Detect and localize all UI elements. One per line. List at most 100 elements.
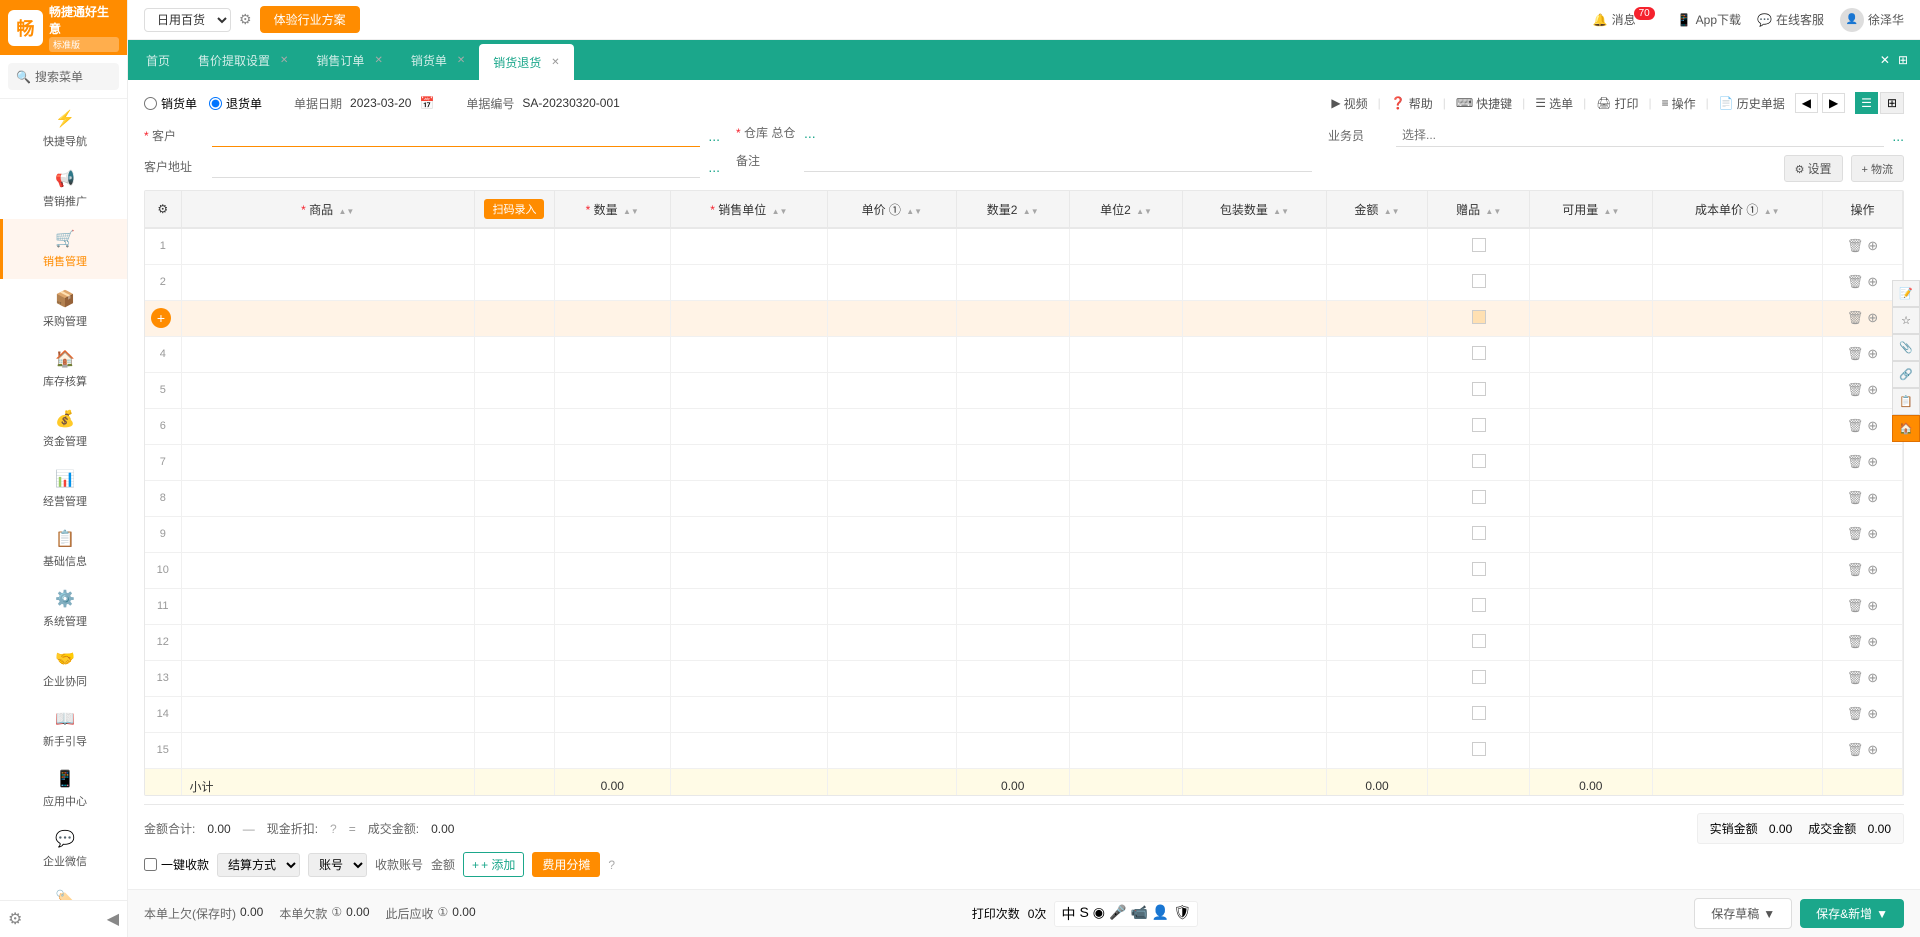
- split-cost-button[interactable]: 费用分摊: [532, 852, 600, 877]
- copy-row-12[interactable]: ⊕: [1867, 634, 1878, 650]
- mic-icon[interactable]: 🎤: [1109, 904, 1126, 924]
- close-window-icon[interactable]: ✕: [1880, 53, 1890, 67]
- sidebar-collapse-button[interactable]: ◀: [107, 909, 119, 929]
- sidebar-item-sales[interactable]: 🛒 销售管理: [0, 219, 127, 279]
- sidebar-item-guide[interactable]: 📖 新手引导: [0, 699, 127, 759]
- video-btn[interactable]: ▶ 视频: [1331, 95, 1367, 112]
- delete-row-5[interactable]: 🗑: [1847, 382, 1864, 398]
- delete-row-8[interactable]: 🗑: [1847, 490, 1864, 506]
- gift-checkbox-7[interactable]: [1472, 454, 1486, 468]
- delete-row-14[interactable]: 🗑: [1847, 706, 1864, 722]
- delete-row-13[interactable]: 🗑: [1847, 670, 1864, 686]
- copy-row-15[interactable]: ⊕: [1867, 742, 1878, 758]
- sidebar-item-system[interactable]: ⚙️ 系统管理: [0, 579, 127, 639]
- quick-link-btn[interactable]: 🔗: [1892, 361, 1920, 388]
- save-new-button[interactable]: 保存&新增 ▼: [1800, 899, 1904, 928]
- tab-sales-close[interactable]: ✕: [457, 55, 465, 66]
- delete-row-11[interactable]: 🗑: [1847, 598, 1864, 614]
- one-click-checkbox[interactable]: 一键收款: [144, 856, 209, 873]
- shield-icon[interactable]: 🛡: [1173, 904, 1191, 924]
- payment-help-icon[interactable]: ?: [608, 858, 615, 872]
- sidebar-item-enterprise[interactable]: 🤝 企业协同: [0, 639, 127, 699]
- copy-row-1[interactable]: ⊕: [1867, 238, 1878, 254]
- sidebar-search-area[interactable]: 🔍 搜索菜单: [0, 55, 127, 99]
- warehouse-lookup-btn[interactable]: ...: [804, 125, 816, 141]
- quick-home-btn[interactable]: 🏠: [1892, 415, 1920, 442]
- print-btn[interactable]: 🖨 打印: [1596, 95, 1638, 112]
- industry-select[interactable]: 日用百货: [144, 8, 231, 32]
- th-settings[interactable]: ⚙: [145, 191, 181, 228]
- tab-sales[interactable]: 销货单 ✕: [397, 40, 479, 80]
- qty2-sort[interactable]: ▲▼: [1023, 207, 1039, 216]
- prev-btn[interactable]: ◀: [1795, 93, 1818, 113]
- payment-method-select[interactable]: 结算方式: [217, 853, 300, 877]
- gift-checkbox-3[interactable]: [1472, 310, 1486, 324]
- quick-attach-btn[interactable]: 📎: [1892, 334, 1920, 361]
- camera-icon[interactable]: ◉: [1093, 904, 1105, 924]
- gift-checkbox-12[interactable]: [1472, 634, 1486, 648]
- price-sort[interactable]: ▲▼: [906, 207, 922, 216]
- customer-lookup-btn[interactable]: ...: [708, 128, 720, 144]
- gift-sort[interactable]: ▲▼: [1485, 207, 1501, 216]
- gift-checkbox-15[interactable]: [1472, 742, 1486, 756]
- gift-checkbox-14[interactable]: [1472, 706, 1486, 720]
- sidebar-settings-button[interactable]: ⚙: [8, 909, 22, 929]
- user-icon[interactable]: 👤: [1152, 904, 1169, 924]
- tab-price-close[interactable]: ✕: [280, 55, 288, 66]
- logistics-button[interactable]: + 物流: [1851, 155, 1904, 182]
- scan-button[interactable]: 扫码录入: [484, 199, 544, 219]
- gift-checkbox-10[interactable]: [1472, 562, 1486, 576]
- cost-sort[interactable]: ▲▼: [1764, 207, 1780, 216]
- message-item[interactable]: 🔔 消息 70: [1593, 11, 1661, 28]
- gift-checkbox-13[interactable]: [1472, 670, 1486, 684]
- delete-row-12[interactable]: 🗑: [1847, 634, 1864, 650]
- quantity-sort[interactable]: ▲▼: [623, 207, 639, 216]
- copy-row-14[interactable]: ⊕: [1867, 706, 1878, 722]
- gift-checkbox-11[interactable]: [1472, 598, 1486, 612]
- copy-row-8[interactable]: ⊕: [1867, 490, 1878, 506]
- available-sort[interactable]: ▲▼: [1604, 207, 1620, 216]
- tab-order[interactable]: 销售订单 ✕: [302, 40, 396, 80]
- copy-row-10[interactable]: ⊕: [1867, 562, 1878, 578]
- save-draft-button[interactable]: 保存草稿 ▼: [1694, 898, 1792, 929]
- address-input[interactable]: [212, 155, 700, 178]
- tab-home[interactable]: 首页: [132, 40, 184, 80]
- copy-row-9[interactable]: ⊕: [1867, 526, 1878, 542]
- gift-checkbox-4[interactable]: [1472, 346, 1486, 360]
- settings-button[interactable]: ⚙ 设置: [1784, 155, 1843, 182]
- copy-row-13[interactable]: ⊕: [1867, 670, 1878, 686]
- calendar-icon[interactable]: 📅: [419, 96, 434, 110]
- gift-checkbox-9[interactable]: [1472, 526, 1486, 540]
- customer-input[interactable]: [212, 124, 700, 147]
- unit-sort[interactable]: ▲▼: [772, 207, 788, 216]
- sidebar-item-shortcut[interactable]: ⚡ 快捷导航: [0, 99, 127, 159]
- copy-row-3[interactable]: ⊕: [1867, 310, 1878, 326]
- user-avatar-item[interactable]: 👤 徐泽华: [1840, 8, 1904, 32]
- chinese-icon[interactable]: 中: [1061, 904, 1075, 924]
- tab-order-close[interactable]: ✕: [374, 55, 382, 66]
- next-btn[interactable]: ▶: [1822, 93, 1845, 113]
- quick-clip-btn[interactable]: 📋: [1892, 388, 1920, 415]
- copy-row-5[interactable]: ⊕: [1867, 382, 1878, 398]
- select-btn[interactable]: ☰ 选单: [1535, 95, 1573, 112]
- gift-checkbox-1[interactable]: [1472, 238, 1486, 252]
- delete-row-10[interactable]: 🗑: [1847, 562, 1864, 578]
- delete-row-2[interactable]: 🗑: [1847, 274, 1864, 290]
- remark-input[interactable]: [804, 149, 1312, 172]
- copy-row-7[interactable]: ⊕: [1867, 454, 1878, 470]
- delete-row-4[interactable]: 🗑: [1847, 346, 1864, 362]
- sidebar-item-purchase[interactable]: 📦 采购管理: [0, 279, 127, 339]
- sidebar-item-marketing[interactable]: 📢 营销推广: [0, 159, 127, 219]
- return-radio[interactable]: 退货单: [209, 95, 262, 112]
- sogou-icon[interactable]: S: [1079, 904, 1088, 924]
- sidebar-item-inventory[interactable]: 🏠 库存核算: [0, 339, 127, 399]
- gift-checkbox-5[interactable]: [1472, 382, 1486, 396]
- tab-return-close[interactable]: ✕: [551, 57, 559, 68]
- delete-row-1[interactable]: 🗑: [1847, 238, 1864, 254]
- card-view-btn[interactable]: ⊞: [1880, 92, 1904, 114]
- copy-row-11[interactable]: ⊕: [1867, 598, 1878, 614]
- table-view-btn[interactable]: ☰: [1855, 92, 1878, 114]
- video-icon[interactable]: 📹: [1130, 904, 1147, 924]
- tab-price[interactable]: 售价提取设置 ✕: [184, 40, 302, 80]
- delete-row-6[interactable]: 🗑: [1847, 418, 1864, 434]
